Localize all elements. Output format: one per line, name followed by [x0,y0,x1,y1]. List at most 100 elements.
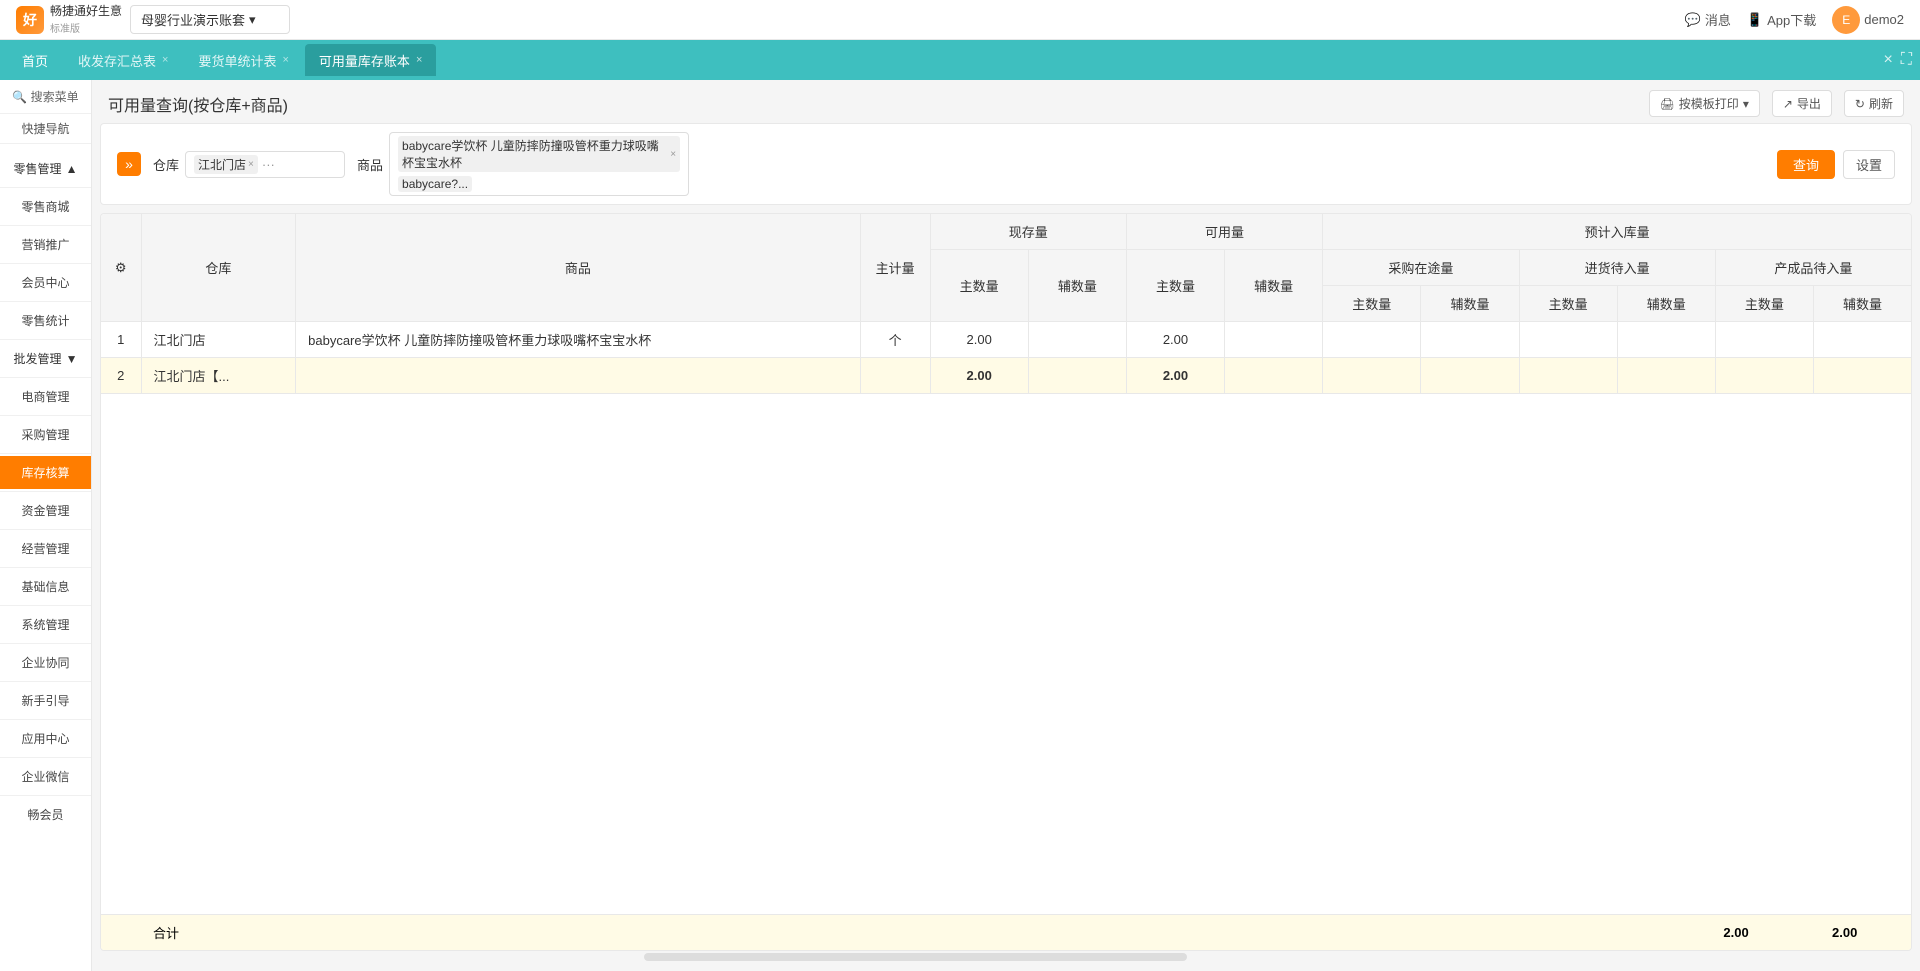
cell-stock-main-2: 2.00 [930,358,1028,394]
th-stock-sub: 辅数量 [1028,250,1126,322]
th-available-sub: 辅数量 [1225,250,1323,322]
product-tag-2-text: babycare?... [402,177,468,191]
query-btn[interactable]: 查询 [1777,150,1835,179]
sys-mgmt-label: 系统管理 [21,618,69,632]
tab-home[interactable]: 首页 [8,44,62,76]
member-plus-label: 畅会员 [27,808,63,822]
chevron-icon: ▲ [66,162,78,176]
tab-summary[interactable]: 收发存汇总表 × [64,44,182,76]
product-input[interactable]: babycare学饮杯 儿童防摔防撞吸管杯重力球吸嘴杯宝宝水杯 × babyca… [389,132,689,196]
logo-title: 畅捷通好生意 [50,4,122,20]
sidebar-item-retail-stat[interactable]: 零售统计 [0,304,91,337]
divider-10 [0,529,91,530]
cell-available-sub-1 [1225,322,1323,358]
warehouse-more-btn[interactable]: ··· [262,157,275,172]
product-tag-1: babycare学饮杯 儿童防摔防撞吸管杯重力球吸嘴杯宝宝水杯 × [398,136,680,172]
gear-icon[interactable]: ⚙ [115,260,127,275]
divider-4 [0,301,91,302]
th-production-arriving: 产成品待入量 [1715,250,1911,286]
tab-summary-close[interactable]: × [162,54,168,66]
top-bar-left: 好 畅捷通好生意 标准版 母婴行业演示账套 ▾ [16,4,290,35]
sidebar-item-wechat-work[interactable]: 企业微信 [0,760,91,793]
th-warehouse: 仓库 [141,214,296,322]
top-bar-right: 💬 消息 📱 App下载 E demo2 [1685,6,1904,34]
app-download-action[interactable]: 📱 App下载 [1747,10,1816,29]
warehouse-input[interactable]: 江北门店 × ··· [185,151,345,178]
tab-order-stat-close[interactable]: × [282,54,288,66]
export-label: 导出 [1797,95,1821,112]
sidebar-item-basic-info[interactable]: 基础信息 [0,570,91,603]
sidebar-quick-nav[interactable]: 快捷导航 [0,114,91,144]
sidebar-item-marketing[interactable]: 营销推广 [0,228,91,261]
marketing-label: 营销推广 [21,238,69,252]
sidebar-item-app-center[interactable]: 应用中心 [0,722,91,755]
cell-warehouse-1: 江北门店 [141,322,296,358]
product-tag-1-remove[interactable]: × [670,149,676,160]
horizontal-scrollbar[interactable] [100,951,1912,963]
divider-16 [0,757,91,758]
chat-icon: 💬 [1685,12,1701,28]
close-all-btn[interactable]: × [1883,51,1892,69]
print-icon: 🖨 [1660,97,1675,111]
setting-btn[interactable]: 设置 [1843,150,1895,179]
sidebar-item-member-center[interactable]: 会员中心 [0,266,91,299]
export-btn[interactable]: ↗ 导出 [1772,90,1832,117]
sidebar-item-guide[interactable]: 新手引导 [0,684,91,717]
print-btn[interactable]: 🖨 按模板打印 ▾ [1649,90,1760,117]
enterprise-label: 企业协同 [21,656,69,670]
tab-available-stock-close[interactable]: × [416,54,422,66]
message-action[interactable]: 💬 消息 [1685,10,1731,29]
th-unit: 主计量 [860,214,930,322]
sidebar-search[interactable]: 🔍 搜索菜单 [0,80,91,114]
fullscreen-btn[interactable]: ⛶ [1901,51,1912,69]
tab-available-stock[interactable]: 可用量库存账本 × [305,44,436,76]
sidebar-item-inventory[interactable]: 库存核算 [0,456,91,489]
finance-label: 资金管理 [21,504,69,518]
cell-stock-sub-2 [1028,358,1126,394]
scrollbar-thumb[interactable] [644,953,1188,961]
cell-purchase-main-1 [1323,322,1421,358]
divider-6 [0,377,91,378]
product-filter-group: 商品 babycare学饮杯 儿童防摔防撞吸管杯重力球吸嘴杯宝宝水杯 × bab… [357,132,689,196]
filter-actions: 查询 设置 [1777,150,1895,179]
sidebar-item-wholesale-mgmt[interactable]: 批发管理 ▼ [0,342,91,375]
sidebar-item-retail-mgmt[interactable]: 零售管理 ▲ [0,152,91,185]
expand-filter-btn[interactable]: » [117,152,141,176]
cell-produced-main-2 [1715,358,1813,394]
sidebar-item-sys-mgmt[interactable]: 系统管理 [0,608,91,641]
refresh-btn[interactable]: ↻ 刷新 [1844,90,1904,117]
print-chevron: ▾ [1743,97,1749,111]
divider-12 [0,605,91,606]
search-label: 搜索菜单 [31,90,79,104]
product-tag-1-text: babycare学饮杯 儿童防摔防撞吸管杯重力球吸嘴杯宝宝水杯 [402,137,668,171]
cell-available-main-1: 2.00 [1126,322,1224,358]
sidebar-item-retail-mall[interactable]: 零售商城 [0,190,91,223]
tab-order-stat[interactable]: 要货单统计表 × [184,44,302,76]
retail-mgmt-label: 零售管理 [14,160,62,177]
app-download-label: App下载 [1767,10,1816,29]
cell-incoming-main-2 [1519,358,1617,394]
sidebar-item-finance[interactable]: 资金管理 [0,494,91,527]
warehouse-tag-remove[interactable]: × [248,159,254,170]
sidebar-item-ecommerce[interactable]: 电商管理 [0,380,91,413]
sidebar-item-member-plus[interactable]: 畅会员 [0,798,91,831]
wechat-work-label: 企业微信 [21,770,69,784]
data-table: ⚙ 仓库 商品 主计量 现存量 可用量 预计入库量 主数量 辅数量 [101,214,1911,394]
sidebar-item-operations[interactable]: 经营管理 [0,532,91,565]
content-area: 可用量查询(按仓库+商品) 🖨 按模板打印 ▾ ↗ 导出 ↻ 刷新 » [92,80,1920,971]
table-row-subtotal: 2 江北门店【... 2.00 2.00 [101,358,1911,394]
logo-icon: 好 [16,6,44,34]
chevron-down-icon: ▾ [249,12,256,28]
cell-stock-sub-1 [1028,322,1126,358]
sidebar-item-enterprise[interactable]: 企业协同 [0,646,91,679]
user-action[interactable]: E demo2 [1832,6,1904,34]
sidebar-item-purchase-mgmt[interactable]: 采购管理 [0,418,91,451]
app-icon: 📱 [1747,12,1763,28]
refresh-icon: ↻ [1855,97,1865,111]
cell-produced-sub-1 [1814,322,1912,358]
cell-produced-main-1 [1715,322,1813,358]
basic-info-label: 基础信息 [21,580,69,594]
footer-empty-1 [113,923,153,942]
account-selector[interactable]: 母婴行业演示账套 ▾ [130,5,290,34]
divider-11 [0,567,91,568]
